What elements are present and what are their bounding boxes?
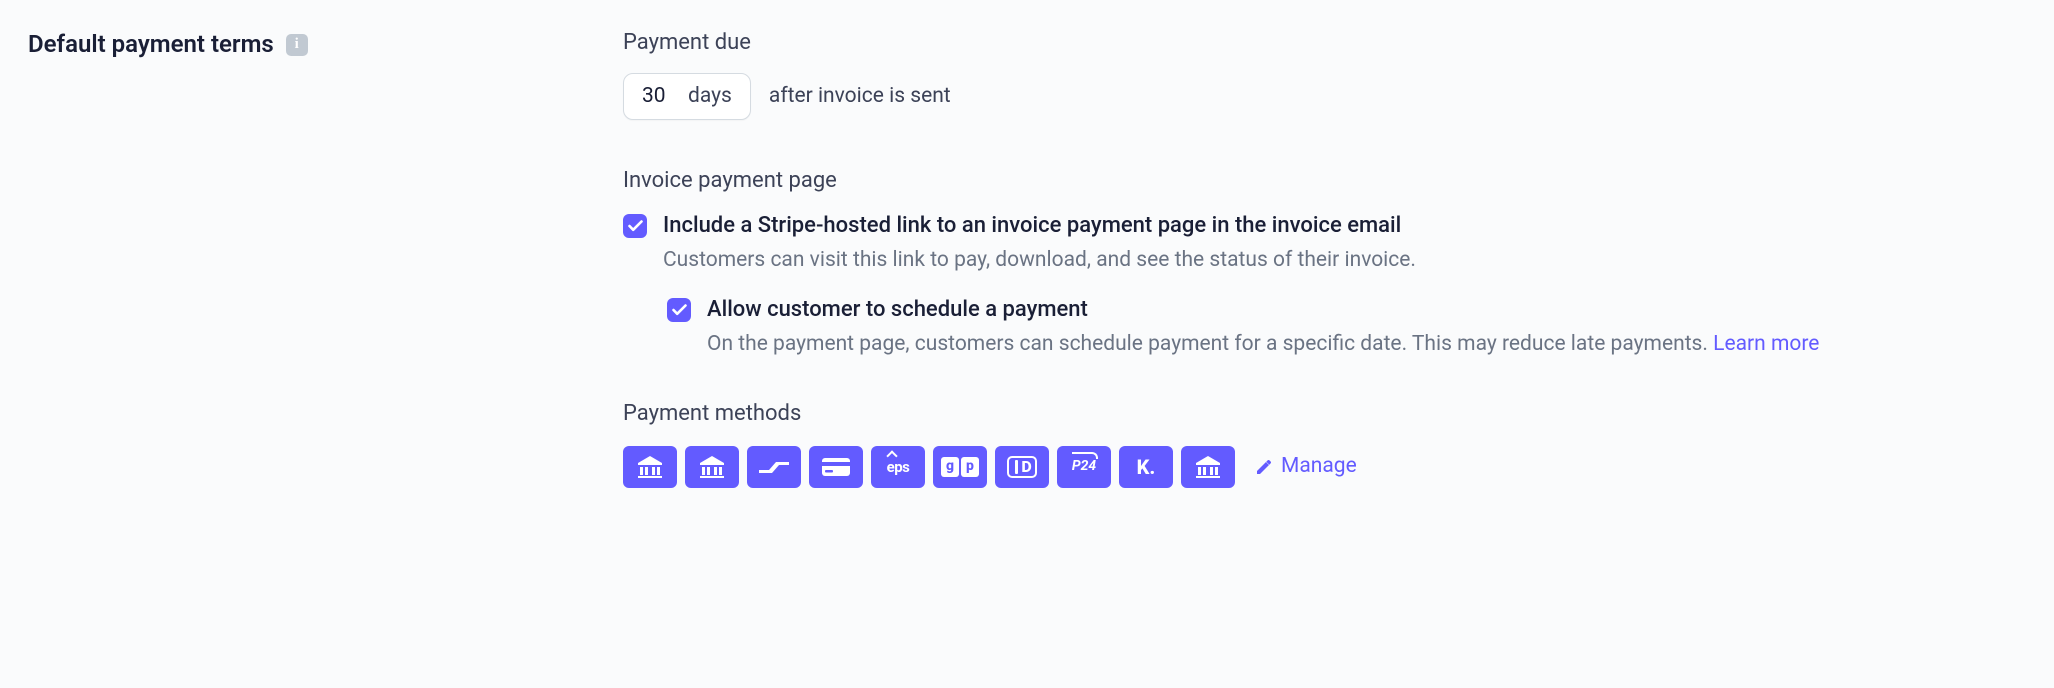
- learn-more-link[interactable]: Learn more: [1713, 332, 1819, 356]
- section-title: Default payment terms: [28, 28, 274, 62]
- info-icon[interactable]: i: [286, 34, 308, 56]
- check-icon: [628, 220, 643, 232]
- manage-label: Manage: [1281, 452, 1357, 481]
- include-link-desc: Customers can visit this link to pay, do…: [663, 246, 1943, 275]
- payment-method-p24: P24: [1057, 446, 1111, 488]
- payment-due-input-wrap[interactable]: days: [623, 73, 751, 120]
- allow-schedule-checkbox[interactable]: [667, 298, 691, 322]
- payment-method-bank-3: [1181, 446, 1235, 488]
- payment-method-card: [809, 446, 863, 488]
- payment-methods-row: eps gp D P24 K.: [623, 446, 2026, 488]
- payment-method-bank-1: [623, 446, 677, 488]
- payment-method-eps: eps: [871, 446, 925, 488]
- bancontact-icon: [757, 457, 791, 477]
- bank-icon: [699, 455, 725, 479]
- payment-methods-label: Payment methods: [623, 399, 2026, 430]
- pencil-icon: [1255, 458, 1273, 476]
- payment-due-label: Payment due: [623, 28, 2026, 59]
- payment-method-bank-2: [685, 446, 739, 488]
- payment-due-after-text: after invoice is sent: [769, 82, 951, 111]
- allow-schedule-title: Allow customer to schedule a payment: [707, 295, 2026, 326]
- card-icon: [821, 456, 851, 478]
- bank-icon: [637, 455, 663, 479]
- check-icon: [672, 304, 687, 316]
- payment-method-bancontact: [747, 446, 801, 488]
- payment-due-unit: days: [688, 82, 732, 111]
- payment-method-giropay: gp: [933, 446, 987, 488]
- bank-icon: [1195, 455, 1221, 479]
- include-link-title: Include a Stripe-hosted link to an invoi…: [663, 211, 2026, 242]
- invoice-page-label: Invoice payment page: [623, 166, 2026, 197]
- payment-method-ideal: D: [995, 446, 1049, 488]
- payment-due-days-input[interactable]: [642, 84, 688, 108]
- allow-schedule-desc: On the payment page, customers can sched…: [707, 330, 1987, 359]
- manage-payment-methods-link[interactable]: Manage: [1255, 452, 1357, 481]
- include-link-checkbox[interactable]: [623, 214, 647, 238]
- payment-method-klarna: K.: [1119, 446, 1173, 488]
